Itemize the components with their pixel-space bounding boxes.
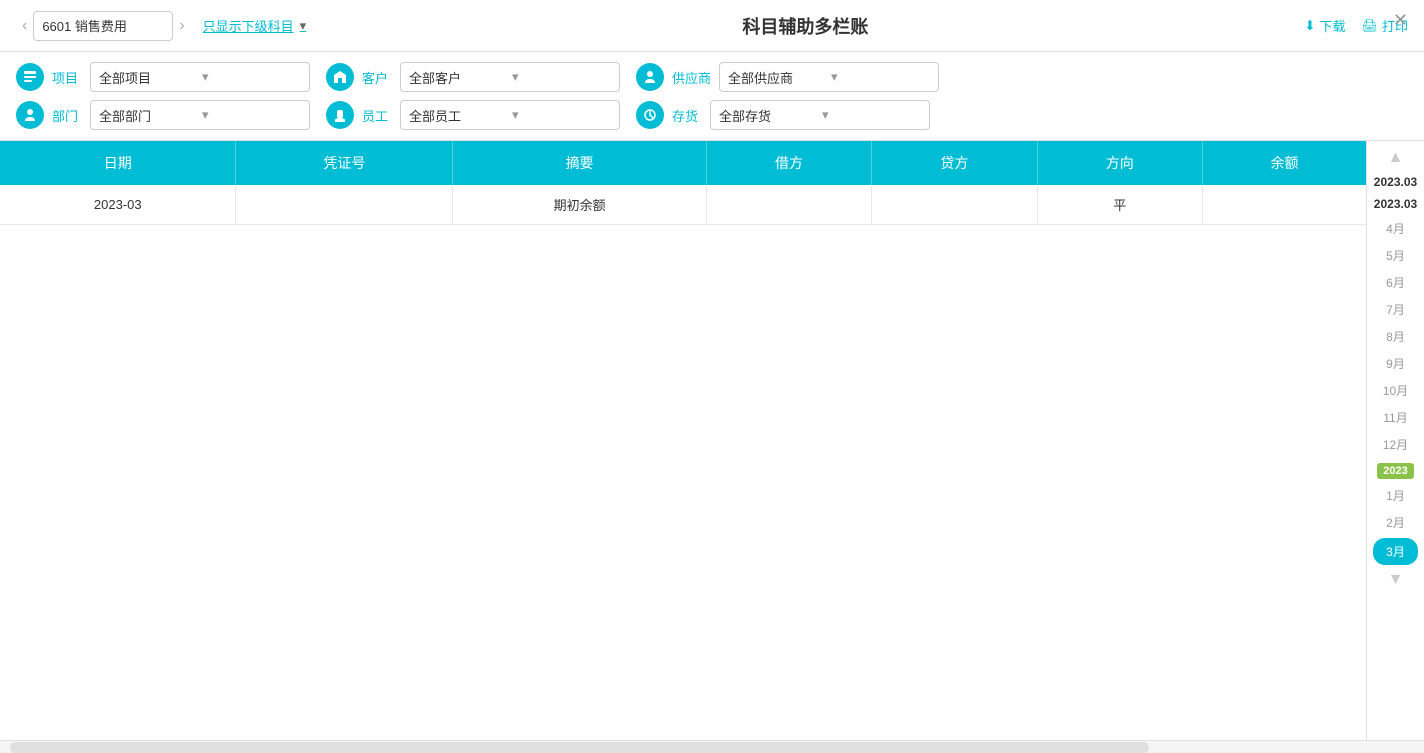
employee-arrow-icon: ▾	[512, 107, 611, 123]
cell-voucher	[236, 185, 453, 225]
employee-select[interactable]: 全部员工 ▾	[400, 100, 620, 130]
timeline-month-2[interactable]: 2月	[1367, 509, 1424, 536]
col-summary: 摘要	[453, 141, 707, 185]
supplier-select[interactable]: 全部供应商 ▾	[719, 62, 939, 92]
ledger-table: 日期 凭证号 摘要 借方 贷方 方向 余额 2023-03 期初余额 平	[0, 141, 1366, 225]
timeline-month-10[interactable]: 10月	[1367, 377, 1424, 404]
cell-balance	[1202, 185, 1366, 225]
inventory-icon	[636, 101, 664, 129]
filter-customer: 客户 全部客户 ▾	[326, 62, 620, 92]
filter-row-1: 项目 全部项目 ▾ 客户 全部客户 ▾	[16, 62, 1408, 92]
customer-select[interactable]: 全部客户 ▾	[400, 62, 620, 92]
supplier-arrow-icon: ▾	[831, 69, 930, 85]
department-select[interactable]: 全部部门 ▾	[90, 100, 310, 130]
timeline-month-11[interactable]: 11月	[1367, 404, 1424, 431]
col-voucher: 凭证号	[236, 141, 453, 185]
col-balance: 余额	[1202, 141, 1366, 185]
col-debit: 借方	[706, 141, 871, 185]
timeline-year-badge[interactable]: 2023	[1367, 458, 1424, 482]
timeline-month-8[interactable]: 8月	[1367, 323, 1424, 350]
customer-icon	[326, 63, 354, 91]
timeline-month-6[interactable]: 6月	[1367, 269, 1424, 296]
customer-label: 客户	[362, 68, 392, 87]
next-account-btn[interactable]: ›	[173, 15, 190, 37]
filter-area: 项目 全部项目 ▾ 客户 全部客户 ▾	[0, 52, 1424, 141]
filter-department: 部门 全部部门 ▾	[16, 100, 310, 130]
timeline-month-9[interactable]: 9月	[1367, 350, 1424, 377]
filter-row-2: 部门 全部部门 ▾ 员工 全部员工 ▾	[16, 100, 1408, 130]
employee-label: 员工	[362, 106, 392, 125]
year-label: 2023	[1377, 463, 1413, 479]
department-arrow-icon: ▾	[202, 107, 301, 123]
page-title: 科目辅助多栏账	[306, 13, 1304, 39]
timeline-month-4[interactable]: 4月	[1367, 215, 1424, 242]
header-bar: ‹ 6601 销售费用 › 只显示下级科目 ▾ 科目辅助多栏账 ⬇ 下载 🖨 打…	[0, 0, 1424, 52]
main-container: ‹ 6601 销售费用 › 只显示下级科目 ▾ 科目辅助多栏账 ⬇ 下载 🖨 打…	[0, 0, 1424, 752]
close-btn[interactable]: ✕	[1393, 10, 1408, 31]
prev-account-btn[interactable]: ‹	[16, 15, 33, 37]
timeline-selected-2[interactable]: 2023.03	[1367, 193, 1424, 215]
project-value: 全部项目	[99, 68, 198, 87]
print-icon: 🖨	[1361, 18, 1378, 34]
employee-icon	[326, 101, 354, 129]
col-direction: 方向	[1037, 141, 1202, 185]
col-credit: 贷方	[872, 141, 1037, 185]
account-code-text: 6601 销售费用	[42, 16, 127, 35]
project-icon	[16, 63, 44, 91]
cell-date: 2023-03	[0, 185, 236, 225]
supplier-icon	[636, 63, 664, 91]
scrollbar-track	[10, 742, 1149, 753]
timeline-down-btn[interactable]: ▼	[1384, 567, 1408, 593]
customer-value: 全部客户	[409, 68, 508, 87]
filter-employee: 员工 全部员工 ▾	[326, 100, 620, 130]
filter-project: 项目 全部项目 ▾	[16, 62, 310, 92]
supplier-label: 供应商	[672, 68, 711, 87]
cell-debit	[706, 185, 871, 225]
col-date: 日期	[0, 141, 236, 185]
account-code-label: 6601 销售费用	[33, 11, 173, 41]
customer-arrow-icon: ▾	[512, 69, 611, 85]
table-container[interactable]: 日期 凭证号 摘要 借方 贷方 方向 余额 2023-03 期初余额 平	[0, 141, 1366, 740]
table-row: 2023-03 期初余额 平	[0, 185, 1366, 225]
inventory-arrow-icon: ▾	[822, 107, 921, 123]
inventory-select[interactable]: 全部存货 ▾	[710, 100, 930, 130]
timeline-month-7[interactable]: 7月	[1367, 296, 1424, 323]
bottom-scrollbar[interactable]	[0, 740, 1424, 752]
download-label: 下载	[1319, 16, 1345, 35]
supplier-value: 全部供应商	[728, 68, 827, 87]
download-icon: ⬇	[1305, 18, 1316, 34]
timeline-month-1[interactable]: 1月	[1367, 482, 1424, 509]
timeline-sidebar: ▲ 2023.03 2023.03 4月 5月 6月 7月 8月 9月 10月 …	[1366, 141, 1424, 740]
timeline-month-12[interactable]: 12月	[1367, 431, 1424, 458]
timeline-selected-1[interactable]: 2023.03	[1367, 171, 1424, 193]
project-select[interactable]: 全部项目 ▾	[90, 62, 310, 92]
department-label: 部门	[52, 106, 82, 125]
timeline-month-5[interactable]: 5月	[1367, 242, 1424, 269]
show-sub-label: 只显示下级科目	[203, 16, 294, 35]
department-value: 全部部门	[99, 106, 198, 125]
download-btn[interactable]: ⬇ 下载	[1305, 16, 1346, 35]
department-icon	[16, 101, 44, 129]
cell-direction: 平	[1037, 185, 1202, 225]
project-label: 项目	[52, 68, 82, 87]
cell-credit	[872, 185, 1037, 225]
table-header-row: 日期 凭证号 摘要 借方 贷方 方向 余额	[0, 141, 1366, 185]
filter-inventory: 存货 全部存货 ▾	[636, 100, 930, 130]
inventory-value: 全部存货	[719, 106, 818, 125]
table-wrapper: 日期 凭证号 摘要 借方 贷方 方向 余额 2023-03 期初余额 平	[0, 141, 1424, 740]
inventory-label: 存货	[672, 106, 702, 125]
show-sub-btn[interactable]: 只显示下级科目 ▾	[203, 16, 307, 35]
cell-summary: 期初余额	[453, 185, 707, 225]
project-arrow-icon: ▾	[202, 69, 301, 85]
timeline-up-btn[interactable]: ▲	[1384, 145, 1408, 171]
filter-supplier: 供应商 全部供应商 ▾	[636, 62, 939, 92]
employee-value: 全部员工	[409, 106, 508, 125]
timeline-month-3[interactable]: 3月	[1373, 538, 1418, 565]
